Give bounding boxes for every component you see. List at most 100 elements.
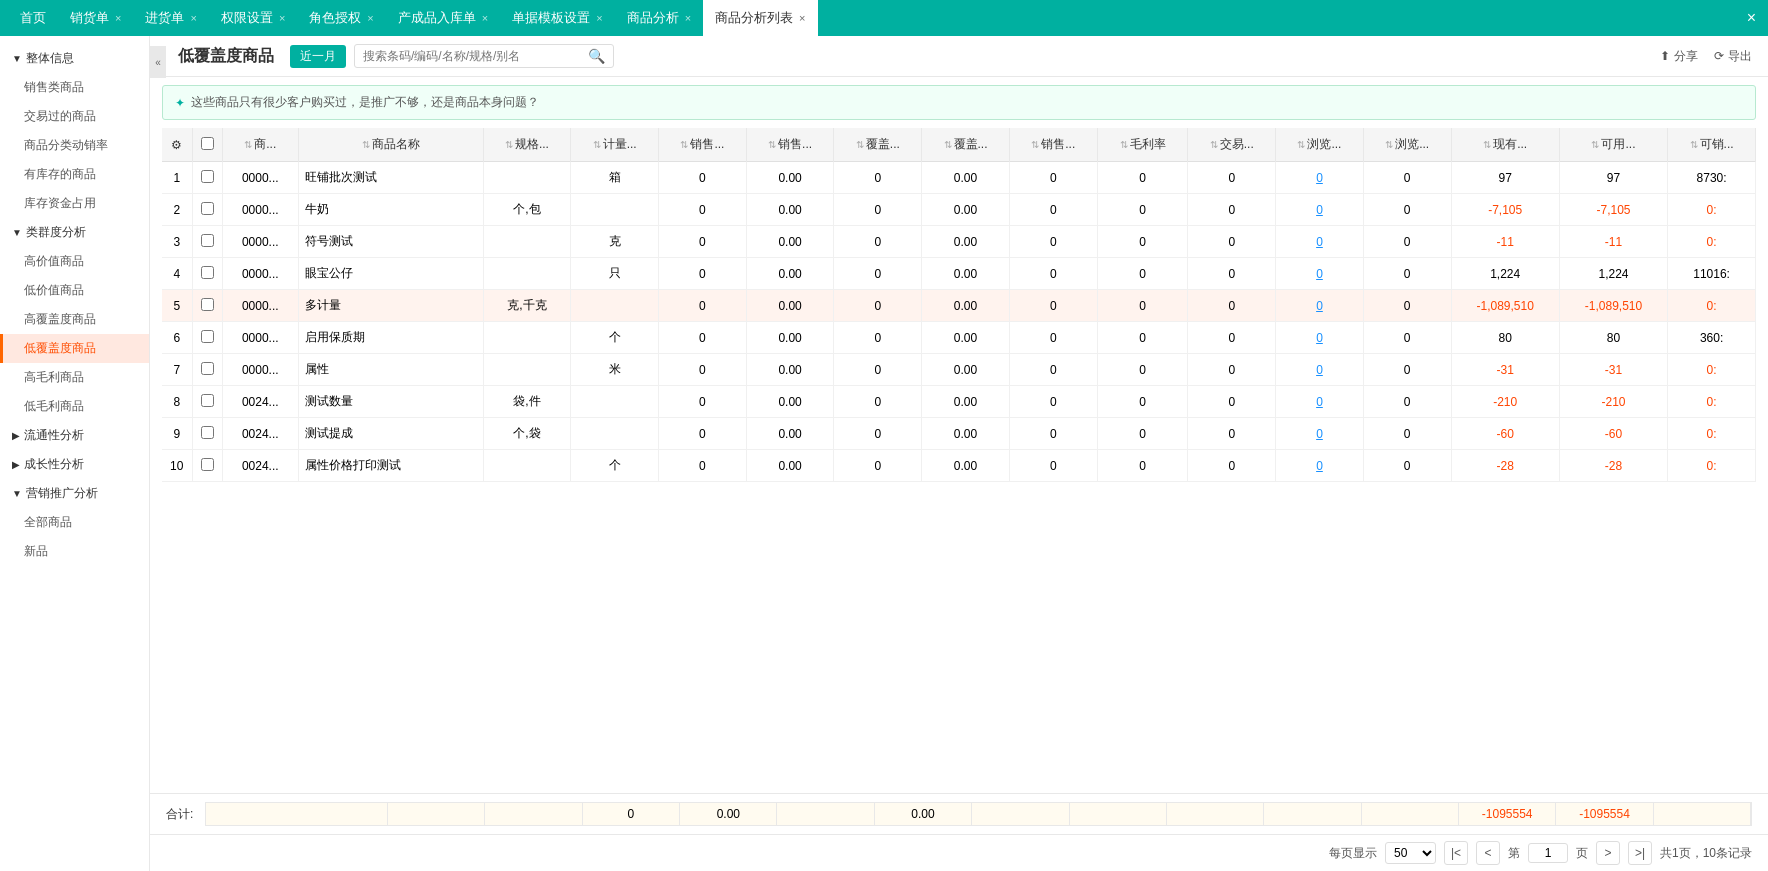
row-checkbox[interactable] xyxy=(201,202,214,215)
sidebar-item-high-value[interactable]: 高价值商品 xyxy=(0,247,149,276)
row-checkbox[interactable] xyxy=(201,298,214,311)
cell-checkbox[interactable] xyxy=(192,226,222,258)
col-settings[interactable]: ⚙ xyxy=(162,128,192,162)
col-browse1[interactable]: ⇅浏览... xyxy=(1276,128,1364,162)
cell-browse1[interactable]: 0 xyxy=(1276,386,1364,418)
nav-purchase-order[interactable]: 进货单 × xyxy=(133,0,208,36)
next-page-button[interactable]: > xyxy=(1596,841,1620,865)
share-button[interactable]: ⬆ 分享 xyxy=(1660,48,1698,65)
cell-browse1[interactable]: 0 xyxy=(1276,290,1364,322)
cell-browse1[interactable]: 0 xyxy=(1276,226,1364,258)
nav-goods-analysis[interactable]: 商品分析 × xyxy=(615,0,703,36)
sidebar-section-overall[interactable]: ▼ 整体信息 xyxy=(0,44,149,73)
col-coverage2[interactable]: ⇅覆盖... xyxy=(922,128,1010,162)
sidebar-item-high-coverage[interactable]: 高覆盖度商品 xyxy=(0,305,149,334)
sidebar-item-low-margin[interactable]: 低毛利商品 xyxy=(0,392,149,421)
cell-checkbox[interactable] xyxy=(192,290,222,322)
sidebar-item-low-value[interactable]: 低价值商品 xyxy=(0,276,149,305)
sidebar-section-growth[interactable]: ▶ 成长性分析 xyxy=(0,450,149,479)
cell-browse1[interactable]: 0 xyxy=(1276,258,1364,290)
col-unit[interactable]: ⇅计量... xyxy=(571,128,659,162)
col-trade[interactable]: ⇅交易... xyxy=(1188,128,1276,162)
nav-close-icon[interactable]: × xyxy=(799,12,805,24)
col-gross[interactable]: ⇅毛利率 xyxy=(1097,128,1188,162)
cell-checkbox[interactable] xyxy=(192,258,222,290)
row-checkbox[interactable] xyxy=(201,458,214,471)
prev-page-button[interactable]: < xyxy=(1476,841,1500,865)
row-checkbox[interactable] xyxy=(201,234,214,247)
col-sales-amount[interactable]: ⇅销售... xyxy=(746,128,834,162)
nav-goods-analysis-list[interactable]: 商品分析列表 × xyxy=(703,0,817,36)
sidebar-item-stock-capital[interactable]: 库存资金占用 xyxy=(0,189,149,218)
cell-browse1[interactable]: 0 xyxy=(1276,162,1364,194)
col-spec[interactable]: ⇅规格... xyxy=(483,128,571,162)
col-browse2[interactable]: ⇅浏览... xyxy=(1363,128,1451,162)
cell-checkbox[interactable] xyxy=(192,386,222,418)
cell-browse1[interactable]: 0 xyxy=(1276,194,1364,226)
sidebar-item-low-coverage[interactable]: 低覆盖度商品 xyxy=(0,334,149,363)
cell-checkbox[interactable] xyxy=(192,162,222,194)
col-sales3[interactable]: ⇅销售... xyxy=(1009,128,1097,162)
nav-close-icon[interactable]: × xyxy=(367,12,373,24)
nav-home[interactable]: 首页 xyxy=(8,0,58,36)
col-coverage1[interactable]: ⇅覆盖... xyxy=(834,128,922,162)
col-sales-count[interactable]: ⇅销售... xyxy=(659,128,747,162)
cell-num: 1 xyxy=(162,162,192,194)
sidebar-item-high-margin[interactable]: 高毛利商品 xyxy=(0,363,149,392)
first-page-button[interactable]: |< xyxy=(1444,841,1468,865)
sidebar-item-category-rate[interactable]: 商品分类动销率 xyxy=(0,131,149,160)
last-page-button[interactable]: >| xyxy=(1628,841,1652,865)
sidebar-item-stocked-goods[interactable]: 有库存的商品 xyxy=(0,160,149,189)
row-checkbox[interactable] xyxy=(201,266,214,279)
cell-checkbox[interactable] xyxy=(192,354,222,386)
nav-permission-settings[interactable]: 权限设置 × xyxy=(209,0,297,36)
cell-checkbox[interactable] xyxy=(192,450,222,482)
row-checkbox[interactable] xyxy=(201,170,214,183)
nav-doc-template[interactable]: 单据模板设置 × xyxy=(500,0,614,36)
sidebar-section-liquidity[interactable]: ▶ 流通性分析 xyxy=(0,421,149,450)
cell-available: -7,105 xyxy=(1559,194,1667,226)
nav-close-icon[interactable]: × xyxy=(482,12,488,24)
page-size-select[interactable]: 50 100 200 xyxy=(1385,842,1436,864)
cell-browse1[interactable]: 0 xyxy=(1276,450,1364,482)
page-size-label: 每页显示 xyxy=(1329,845,1377,862)
sidebar-section-cluster[interactable]: ▼ 类群度分析 xyxy=(0,218,149,247)
sidebar-item-all-goods[interactable]: 全部商品 xyxy=(0,508,149,537)
nav-sales-order[interactable]: 销货单 × xyxy=(58,0,133,36)
nav-close-icon[interactable]: × xyxy=(115,12,121,24)
nav-role-auth[interactable]: 角色授权 × xyxy=(297,0,385,36)
cell-checkbox[interactable] xyxy=(192,418,222,450)
row-checkbox[interactable] xyxy=(201,394,214,407)
sidebar-collapse-button[interactable]: « xyxy=(150,46,166,78)
cell-browse1[interactable]: 0 xyxy=(1276,322,1364,354)
col-checkbox[interactable] xyxy=(192,128,222,162)
col-saleable[interactable]: ⇅可销... xyxy=(1668,128,1756,162)
nav-close-icon[interactable]: × xyxy=(190,12,196,24)
col-code[interactable]: ⇅商... xyxy=(222,128,298,162)
col-name[interactable]: ⇅商品名称 xyxy=(298,128,483,162)
sidebar-item-new-goods[interactable]: 新品 xyxy=(0,537,149,566)
search-icon[interactable]: 🔍 xyxy=(588,48,605,64)
nav-close-icon[interactable]: × xyxy=(596,12,602,24)
sidebar-item-sales-goods[interactable]: 销售类商品 xyxy=(0,73,149,102)
cell-checkbox[interactable] xyxy=(192,194,222,226)
row-checkbox[interactable] xyxy=(201,426,214,439)
cell-browse1[interactable]: 0 xyxy=(1276,354,1364,386)
col-current[interactable]: ⇅现有... xyxy=(1451,128,1559,162)
nav-product-warehouse[interactable]: 产成品入库单 × xyxy=(386,0,500,36)
row-checkbox[interactable] xyxy=(201,362,214,375)
cell-checkbox[interactable] xyxy=(192,322,222,354)
cell-browse1[interactable]: 0 xyxy=(1276,418,1364,450)
sidebar-section-marketing[interactable]: ▼ 营销推广分析 xyxy=(0,479,149,508)
search-input[interactable] xyxy=(363,49,588,63)
col-available[interactable]: ⇅可用... xyxy=(1559,128,1667,162)
nav-close-icon[interactable]: × xyxy=(685,12,691,24)
period-button[interactable]: 近一月 xyxy=(290,45,346,68)
nav-close-all[interactable]: × xyxy=(1747,9,1756,27)
nav-close-icon[interactable]: × xyxy=(279,12,285,24)
row-checkbox[interactable] xyxy=(201,330,214,343)
export-button[interactable]: ⟳ 导出 xyxy=(1714,48,1752,65)
page-number-input[interactable] xyxy=(1528,843,1568,863)
select-all-checkbox[interactable] xyxy=(201,137,214,150)
sidebar-item-traded-goods[interactable]: 交易过的商品 xyxy=(0,102,149,131)
